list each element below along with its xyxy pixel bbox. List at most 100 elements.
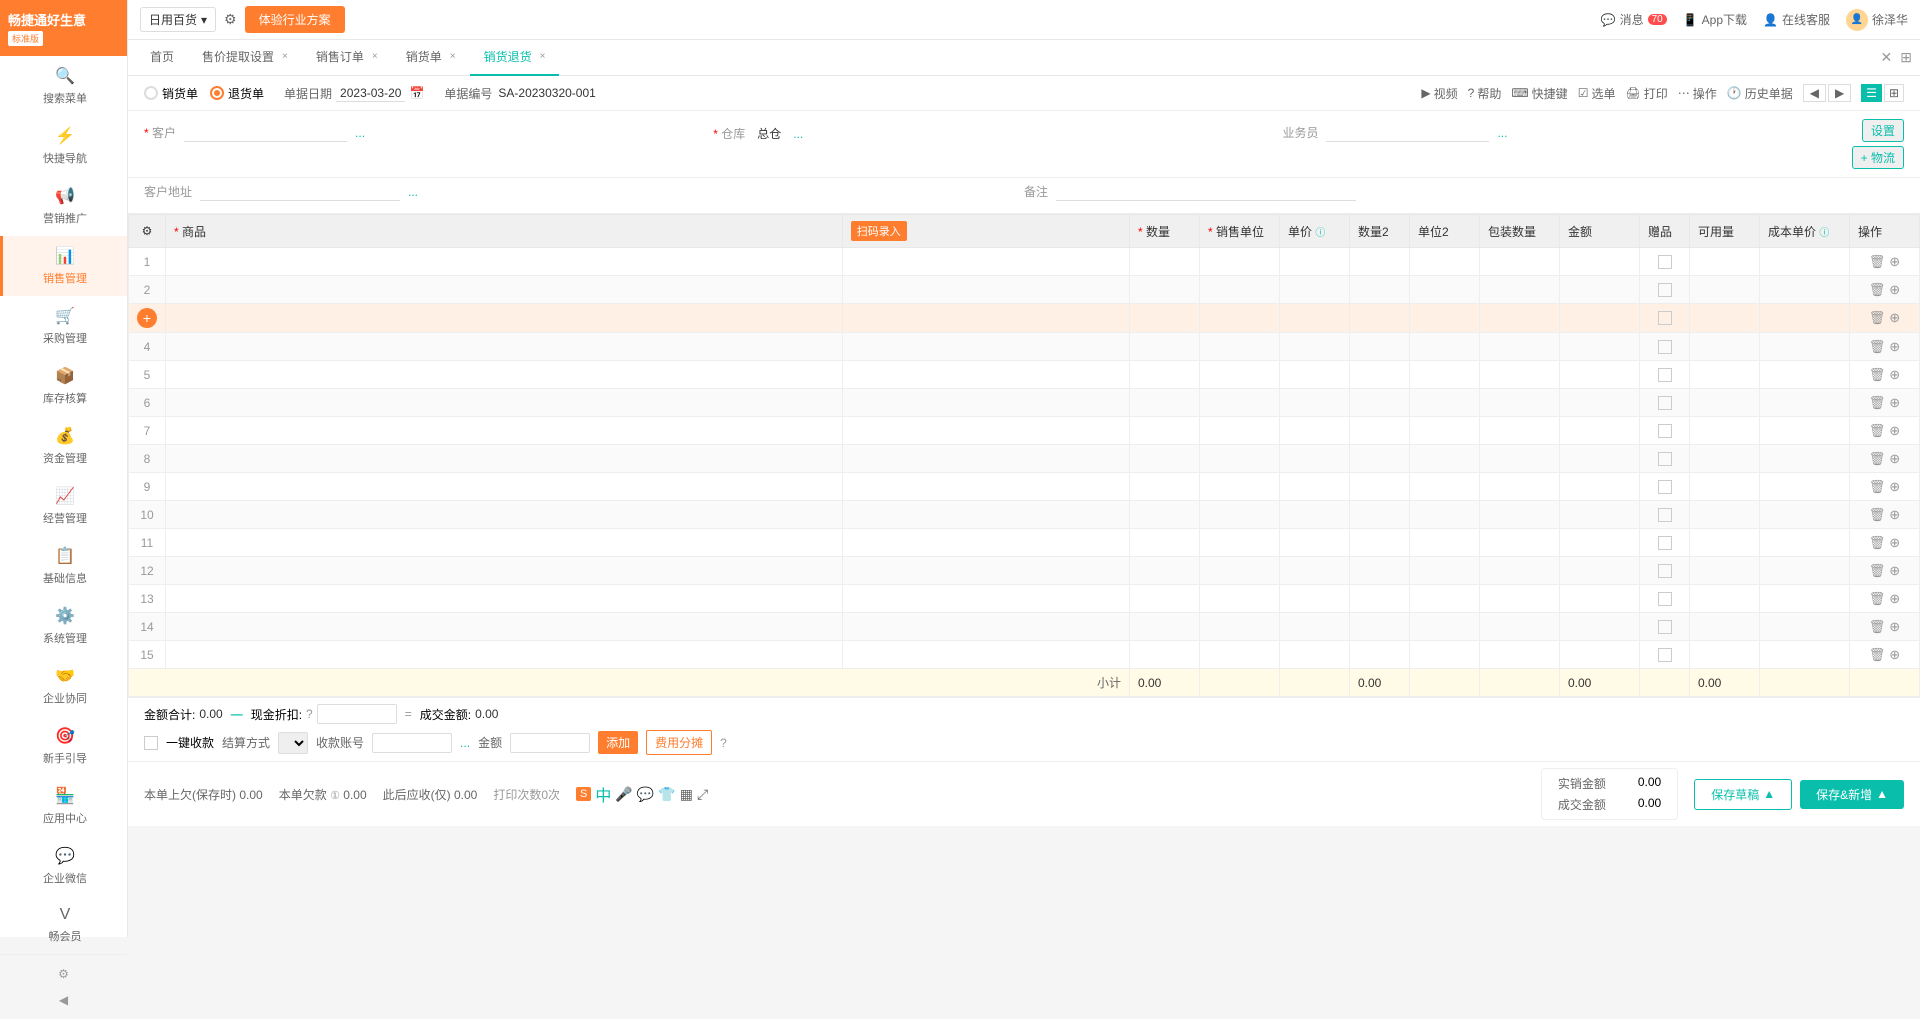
copy-icon[interactable]: ⊕ bbox=[1889, 282, 1900, 298]
pkgqty-cell[interactable] bbox=[1480, 361, 1560, 389]
sidebar-item-wechat[interactable]: 💬 企业微信 bbox=[0, 836, 127, 896]
product-cell-active[interactable] bbox=[166, 304, 843, 333]
unit-cell[interactable] bbox=[1200, 613, 1280, 641]
experience-btn[interactable]: 体验行业方案 bbox=[245, 6, 345, 33]
product-cell[interactable] bbox=[166, 417, 843, 445]
industry-select[interactable]: 日用百货 ▾ bbox=[140, 7, 216, 32]
amount-cell[interactable] bbox=[1560, 361, 1640, 389]
qty-cell[interactable] bbox=[1130, 248, 1200, 276]
delete-icon[interactable]: 🗑 bbox=[1869, 535, 1886, 551]
qty2-cell[interactable] bbox=[1350, 333, 1410, 361]
unit2-cell[interactable] bbox=[1410, 361, 1480, 389]
tab-delivery-close[interactable]: × bbox=[450, 51, 456, 62]
price-cell[interactable] bbox=[1280, 304, 1350, 333]
amount-cell[interactable] bbox=[1560, 529, 1640, 557]
sidebar-collapse-btn[interactable]: ◀ bbox=[51, 989, 76, 1011]
unit2-cell[interactable] bbox=[1410, 473, 1480, 501]
radio-delivery[interactable]: 销货单 bbox=[144, 85, 198, 102]
amount-cell[interactable] bbox=[1560, 473, 1640, 501]
qty2-cell[interactable] bbox=[1350, 445, 1410, 473]
gift-checkbox[interactable] bbox=[1658, 452, 1672, 466]
gift-checkbox[interactable] bbox=[1658, 620, 1672, 634]
delete-icon[interactable]: 🗑 bbox=[1869, 507, 1886, 523]
unit-cell[interactable] bbox=[1200, 473, 1280, 501]
unit-cell[interactable] bbox=[1200, 501, 1280, 529]
qty-cell[interactable] bbox=[1130, 585, 1200, 613]
qty-cell[interactable] bbox=[1130, 557, 1200, 585]
unit-cell[interactable] bbox=[1200, 389, 1280, 417]
unit2-cell[interactable] bbox=[1410, 613, 1480, 641]
copy-icon[interactable]: ⊕ bbox=[1889, 479, 1900, 495]
product-cell[interactable] bbox=[166, 248, 843, 276]
unit-cell[interactable] bbox=[1200, 585, 1280, 613]
unit-cell[interactable] bbox=[1200, 333, 1280, 361]
unit2-cell[interactable] bbox=[1410, 417, 1480, 445]
cost-cell[interactable] bbox=[1760, 557, 1850, 585]
qty-cell[interactable] bbox=[1130, 417, 1200, 445]
sidebar-item-operation[interactable]: 📈 经营管理 bbox=[0, 476, 127, 536]
qty2-cell[interactable] bbox=[1350, 529, 1410, 557]
sidebar-item-inventory[interactable]: 📦 库存核算 bbox=[0, 356, 127, 416]
cost-cell[interactable] bbox=[1760, 389, 1850, 417]
cost-cell[interactable] bbox=[1760, 417, 1850, 445]
unit-cell[interactable] bbox=[1200, 276, 1280, 304]
copy-icon[interactable]: ⊕ bbox=[1889, 339, 1900, 355]
tab-price[interactable]: 售价提取设置 × bbox=[188, 40, 302, 76]
unit-cell[interactable] bbox=[1200, 361, 1280, 389]
unit-cell[interactable] bbox=[1200, 304, 1280, 333]
cost-cell[interactable] bbox=[1760, 529, 1850, 557]
delete-icon[interactable]: 🗑 bbox=[1869, 423, 1886, 439]
amount-cell[interactable] bbox=[1560, 248, 1640, 276]
save-new-btn[interactable]: 保存&新增 ▲ bbox=[1800, 780, 1904, 809]
copy-icon[interactable]: ⊕ bbox=[1889, 507, 1900, 523]
calendar-icon[interactable]: 📅 bbox=[409, 86, 424, 100]
price-cell[interactable] bbox=[1280, 361, 1350, 389]
copy-icon[interactable]: ⊕ bbox=[1889, 647, 1900, 663]
sidebar-settings-btn[interactable]: ⚙ bbox=[50, 963, 77, 985]
unit-cell[interactable] bbox=[1200, 641, 1280, 669]
grid-view-btn[interactable]: ⊞ bbox=[1884, 84, 1904, 102]
product-cell[interactable] bbox=[166, 529, 843, 557]
unit2-cell[interactable] bbox=[1410, 276, 1480, 304]
qty-cell[interactable] bbox=[1130, 445, 1200, 473]
radio-return[interactable]: 退货单 bbox=[210, 85, 264, 102]
gift-checkbox[interactable] bbox=[1658, 368, 1672, 382]
unit-cell[interactable] bbox=[1200, 248, 1280, 276]
qty2-cell[interactable] bbox=[1350, 248, 1410, 276]
select-btn[interactable]: ☑ 选单 bbox=[1578, 85, 1616, 102]
avail-cell[interactable] bbox=[1690, 501, 1760, 529]
cost-cell[interactable] bbox=[1760, 585, 1850, 613]
gift-checkbox[interactable] bbox=[1658, 648, 1672, 662]
copy-icon[interactable]: ⊕ bbox=[1889, 451, 1900, 467]
payment-amount-input[interactable] bbox=[510, 733, 590, 753]
amount-cell[interactable] bbox=[1560, 585, 1640, 613]
history-prev-btn[interactable]: ◀ bbox=[1803, 84, 1826, 102]
avail-cell[interactable] bbox=[1690, 276, 1760, 304]
save-draft-btn[interactable]: 保存草稿 ▲ bbox=[1694, 779, 1792, 810]
unit-cell[interactable] bbox=[1200, 445, 1280, 473]
remark-input[interactable] bbox=[1056, 182, 1356, 201]
pkgqty-cell[interactable] bbox=[1480, 641, 1560, 669]
copy-icon[interactable]: ⊕ bbox=[1889, 310, 1900, 326]
price-cell[interactable] bbox=[1280, 585, 1350, 613]
product-cell[interactable] bbox=[166, 473, 843, 501]
amount-cell[interactable] bbox=[1560, 557, 1640, 585]
print-btn[interactable]: 🖨 打印 bbox=[1625, 85, 1667, 102]
avail-cell[interactable] bbox=[1690, 333, 1760, 361]
amount-cell[interactable] bbox=[1560, 276, 1640, 304]
delete-icon[interactable]: 🗑 bbox=[1869, 395, 1886, 411]
delete-icon[interactable]: 🗑 bbox=[1869, 563, 1886, 579]
avail-cell[interactable] bbox=[1690, 304, 1760, 333]
qty-cell[interactable] bbox=[1130, 333, 1200, 361]
avail-cell[interactable] bbox=[1690, 248, 1760, 276]
fee-help-icon[interactable]: ? bbox=[720, 736, 727, 750]
pkgqty-cell[interactable] bbox=[1480, 613, 1560, 641]
delete-icon[interactable]: 🗑 bbox=[1869, 310, 1886, 326]
tab-return[interactable]: 销货退货 × bbox=[470, 40, 560, 76]
product-cell[interactable] bbox=[166, 501, 843, 529]
sidebar-item-shortcut[interactable]: ⚡ 快捷导航 bbox=[0, 116, 127, 176]
gift-checkbox[interactable] bbox=[1658, 255, 1672, 269]
copy-icon[interactable]: ⊕ bbox=[1889, 591, 1900, 607]
unit2-cell[interactable] bbox=[1410, 585, 1480, 613]
list-view-btn[interactable]: ☰ bbox=[1861, 84, 1882, 102]
